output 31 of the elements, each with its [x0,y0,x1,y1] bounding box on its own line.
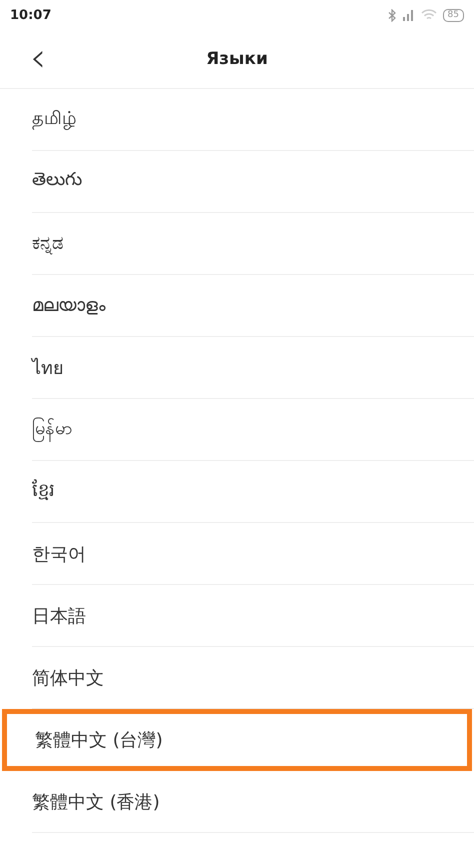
battery-indicator: 85 [442,8,464,22]
language-label: 繁體中文 (台灣) [35,729,163,752]
bluetooth-icon [388,8,397,22]
language-item[interactable]: ខ្មែរ [32,461,474,523]
page-title: Языки [206,49,268,69]
language-item[interactable]: മലയാളം [32,275,474,337]
language-item[interactable]: తెలుగు [32,151,474,213]
language-label: 한국어 [32,542,86,566]
language-label: 日本語 [32,604,86,628]
language-label: தமிழ் [32,108,76,131]
language-item[interactable]: 日本語 [32,585,474,647]
language-item[interactable]: မြန်မာ [32,399,474,461]
status-time: 10:07 [10,8,52,22]
language-label: ไทย [32,356,64,381]
language-item[interactable]: 한국어 [32,523,474,585]
signal-icon [402,10,415,20]
language-label: ಕನ್ನಡ [32,233,63,254]
language-item[interactable]: ಕನ್ನಡ [32,213,474,275]
language-item[interactable]: 繁體中文 (香港) [32,771,474,833]
language-item[interactable]: 繁體中文 (台灣) [2,709,472,771]
back-button[interactable]: ‹ [26,38,50,78]
wifi-icon [420,9,437,21]
language-item[interactable]: ไทย [32,337,474,399]
language-label: മലയാളം [32,295,106,316]
language-label: తెలుగు [32,169,82,192]
language-item[interactable]: 简体中文 [32,647,474,709]
language-label: ខ្មែរ [32,478,55,503]
language-label: 简体中文 [32,666,104,690]
language-label: 繁體中文 (香港) [32,790,160,814]
language-item[interactable]: தமிழ் [32,89,474,151]
language-label: မြန်မာ [32,416,72,443]
